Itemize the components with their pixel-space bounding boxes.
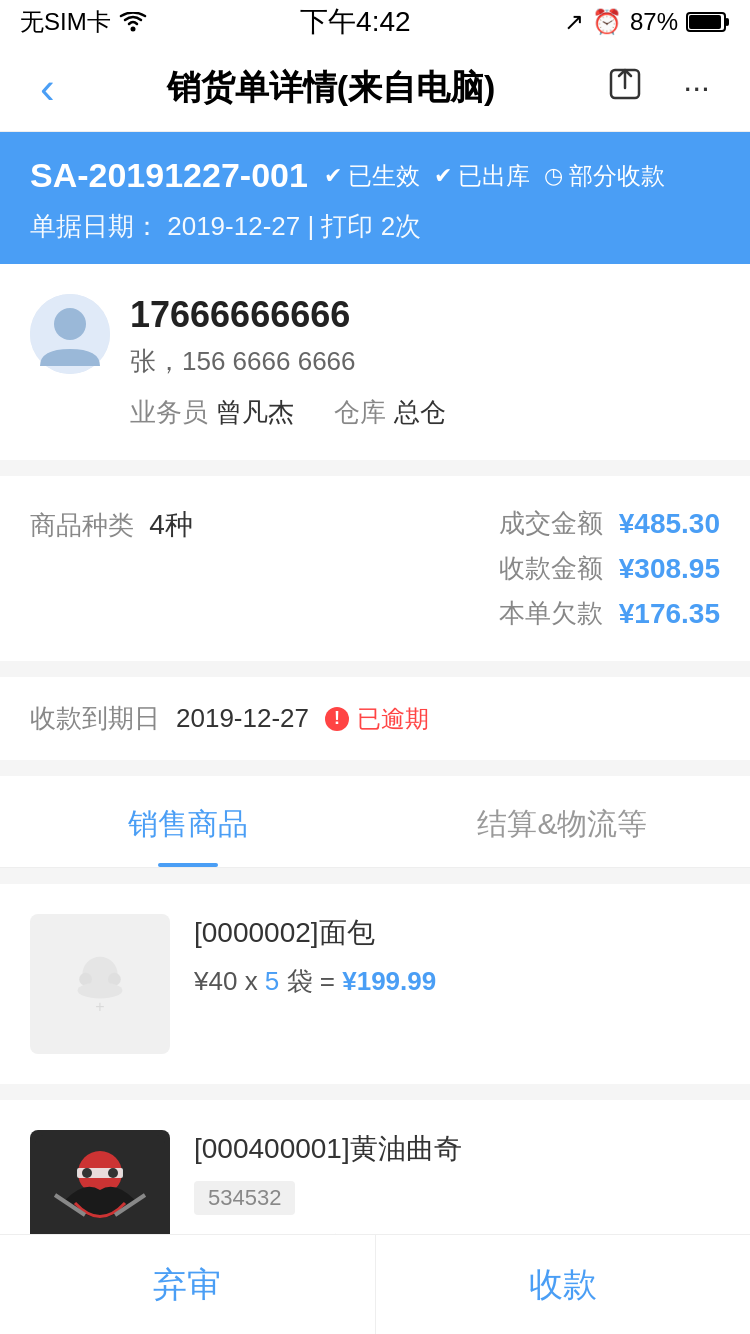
product-price-1: ¥40 x 5 袋 = ¥199.99 <box>194 964 720 999</box>
order-date: 2019-12-27 <box>167 211 300 241</box>
customer-info: 17666666666 张，156 6666 6666 业务员 曾凡杰 仓库 总… <box>130 294 720 430</box>
svg-rect-3 <box>689 15 721 29</box>
svg-text:+: + <box>95 998 104 1015</box>
status-left: 无SIM卡 <box>20 6 147 38</box>
alarm-icon: ⏰ <box>592 8 622 36</box>
deal-amount-label: 成交金额 <box>499 506 603 541</box>
tab-settlement[interactable]: 结算&物流等 <box>375 776 750 867</box>
status-right: ↗ ⏰ 87% <box>564 8 730 36</box>
order-header-top: SA-20191227-001 ✔ 已生效 ✔ 已出库 ◷ 部分收款 <box>30 156 720 195</box>
gps-icon: ↗ <box>564 8 584 36</box>
customer-avatar <box>30 294 110 374</box>
due-date-label: 收款到期日 <box>30 701 160 736</box>
status-bar: 无SIM卡 下午4:42 ↗ ⏰ 87% <box>0 0 750 44</box>
nav-bar: ‹ 销货单详情(来自电脑) ··· <box>0 44 750 132</box>
status-time: 下午4:42 <box>300 3 411 41</box>
sales-rep-value: 曾凡杰 <box>216 395 294 430</box>
customer-meta: 业务员 曾凡杰 仓库 总仓 <box>130 395 720 430</box>
check-icon-2: ✔ <box>434 163 452 189</box>
received-amount-value: ¥308.95 <box>619 553 720 585</box>
clock-icon: ◷ <box>544 163 563 189</box>
order-date-line: 单据日期： 2019-12-27 | 打印 2次 <box>30 209 720 244</box>
status-shipped: ✔ 已出库 <box>434 160 530 192</box>
deal-amount-value: ¥485.30 <box>619 508 720 540</box>
status-effected: ✔ 已生效 <box>324 160 420 192</box>
status-badges: ✔ 已生效 ✔ 已出库 ◷ 部分收款 <box>324 160 665 192</box>
more-button[interactable]: ··· <box>673 59 720 116</box>
owed-amount-value: ¥176.35 <box>619 598 720 630</box>
received-amount-label: 收款金额 <box>499 551 603 586</box>
warehouse-item: 仓库 总仓 <box>334 395 446 430</box>
share-button[interactable] <box>597 56 653 119</box>
status-partial-payment: ◷ 部分收款 <box>544 160 665 192</box>
svg-rect-2 <box>725 18 729 26</box>
order-header: SA-20191227-001 ✔ 已生效 ✔ 已出库 ◷ 部分收款 单据日期：… <box>0 132 750 264</box>
collect-payment-button[interactable]: 收款 <box>376 1235 751 1334</box>
cancel-review-button[interactable]: 弃审 <box>0 1235 376 1334</box>
print-label: | 打印 <box>307 211 373 241</box>
due-date-value: 2019-12-27 <box>176 703 309 734</box>
wifi-icon <box>119 12 147 32</box>
product-name-1: [0000002]面包 <box>194 914 720 952</box>
customer-phone: 张，156 6666 6666 <box>130 344 720 379</box>
overdue-label: 已逾期 <box>357 703 429 735</box>
received-amount-row: 收款金额 ¥308.95 <box>499 551 720 586</box>
warehouse-value: 总仓 <box>394 395 446 430</box>
amount-summary: 成交金额 ¥485.30 收款金额 ¥308.95 本单欠款 ¥176.35 <box>499 506 720 631</box>
product-info-1: [0000002]面包 ¥40 x 5 袋 = ¥199.99 <box>194 914 720 999</box>
product-types-label: 商品种类 <box>30 510 134 540</box>
date-label: 单据日期： <box>30 211 160 241</box>
tab-products[interactable]: 销售商品 <box>0 776 375 867</box>
product-name-2: [000400001]黄油曲奇 <box>194 1130 720 1168</box>
sales-rep-item: 业务员 曾凡杰 <box>130 395 294 430</box>
warehouse-label: 仓库 <box>334 395 386 430</box>
customer-name: 17666666666 <box>130 294 720 336</box>
product-total-1: ¥199.99 <box>342 966 436 996</box>
deal-amount-row: 成交金额 ¥485.30 <box>499 506 720 541</box>
owed-amount-label: 本单欠款 <box>499 596 603 631</box>
bottom-bar: 弃审 收款 <box>0 1234 750 1334</box>
svg-point-6 <box>54 308 86 340</box>
summary-section: 商品种类 4种 成交金额 ¥485.30 收款金额 ¥308.95 本单欠款 ¥… <box>0 476 750 661</box>
battery-label: 87% <box>630 8 678 36</box>
owed-amount-row: 本单欠款 ¥176.35 <box>499 596 720 631</box>
due-date-section: 收款到期日 2019-12-27 ! 已逾期 <box>0 677 750 760</box>
battery-icon <box>686 11 730 33</box>
product-types-value: 4种 <box>149 509 193 540</box>
svg-point-15 <box>82 1168 92 1178</box>
overdue-badge: ! 已逾期 <box>325 703 429 735</box>
product-sku-2: 534532 <box>194 1181 295 1215</box>
check-icon-1: ✔ <box>324 163 342 189</box>
nav-actions: ··· <box>597 56 720 119</box>
sales-rep-label: 业务员 <box>130 395 208 430</box>
carrier-label: 无SIM卡 <box>20 6 111 38</box>
product-item-1: + [0000002]面包 ¥40 x 5 袋 = ¥199.99 <box>0 884 750 1084</box>
back-button[interactable]: ‹ <box>30 53 65 123</box>
svg-point-10 <box>78 982 123 998</box>
overdue-icon: ! <box>325 707 349 731</box>
svg-point-16 <box>108 1168 118 1178</box>
customer-section: 17666666666 张，156 6666 6666 业务员 曾凡杰 仓库 总… <box>0 264 750 460</box>
product-types: 商品种类 4种 <box>30 506 193 631</box>
product-qty-1: 5 <box>265 966 279 996</box>
product-thumb-1: + <box>30 914 170 1054</box>
tabs: 销售商品 结算&物流等 <box>0 776 750 868</box>
order-id: SA-20191227-001 <box>30 156 308 195</box>
svg-point-0 <box>130 27 135 32</box>
page-title: 销货单详情(来自电脑) <box>167 65 496 111</box>
